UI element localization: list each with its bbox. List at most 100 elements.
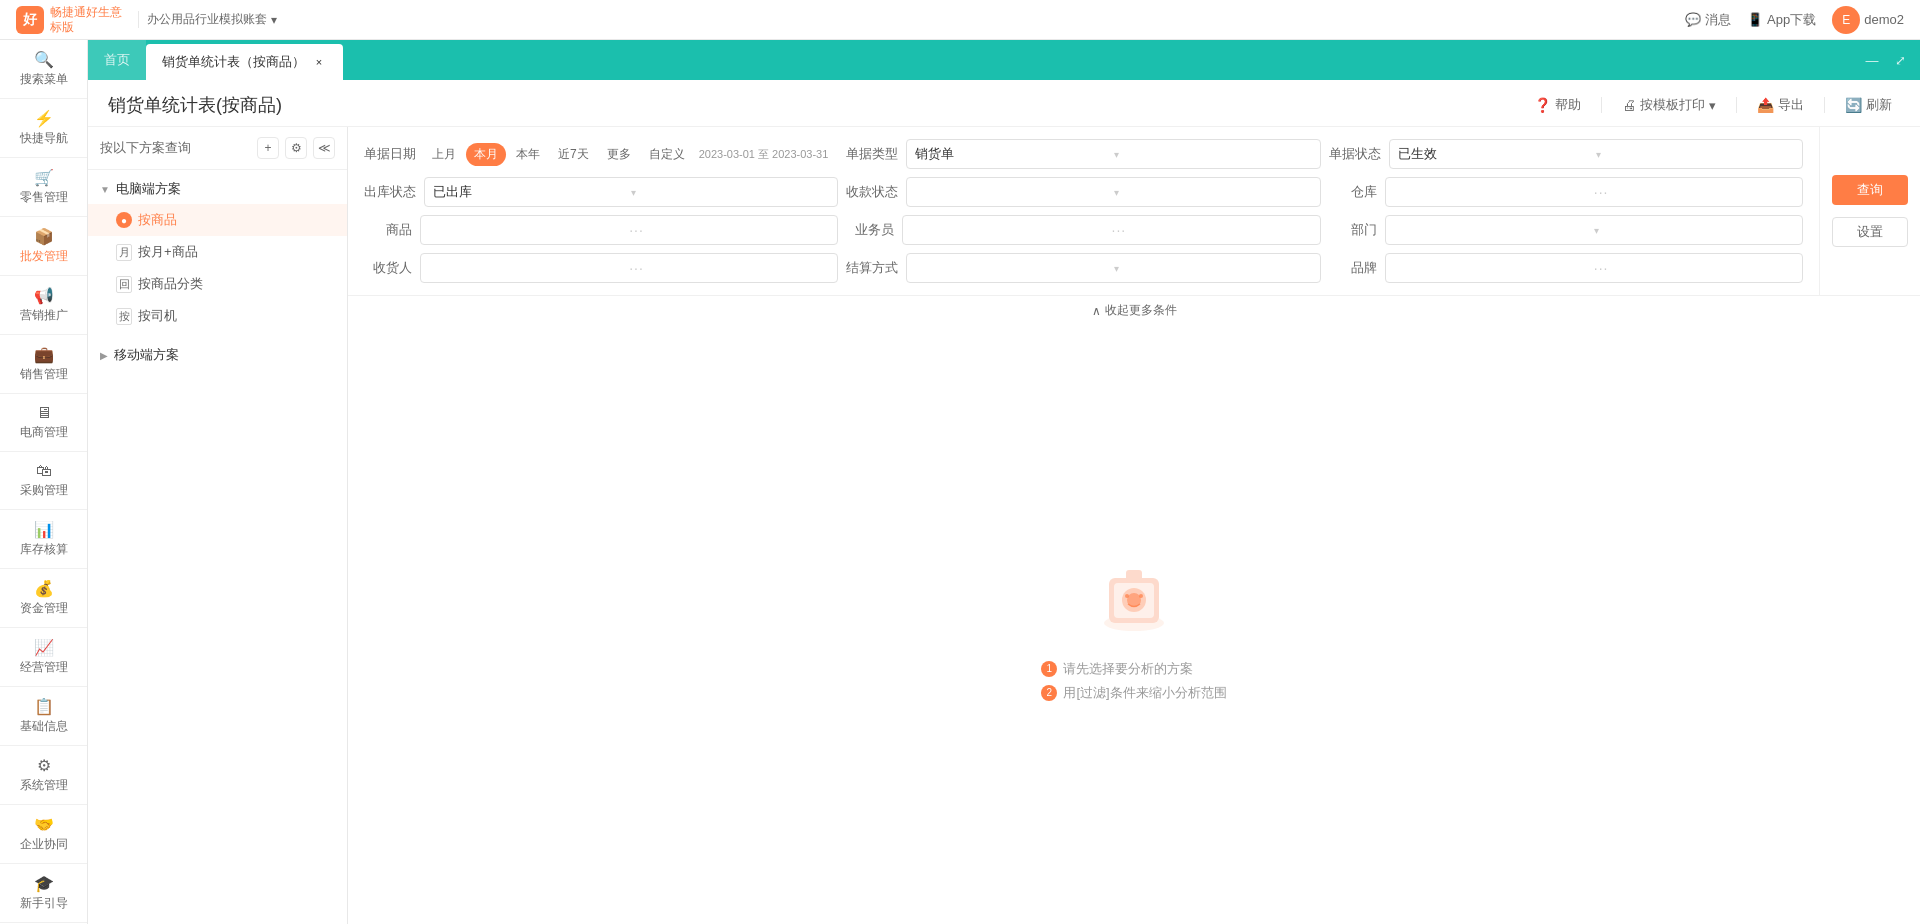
doc-type-label: 单据类型 (846, 145, 906, 163)
receiver-more-icon: ··· (629, 260, 829, 276)
dept-control[interactable]: ▾ (1385, 215, 1803, 245)
tip-text-1: 请先选择要分析的方案 (1063, 660, 1193, 678)
settings-button[interactable]: 设置 (1832, 217, 1908, 247)
filter-date-cell: 单据日期 上月 本月 本年 近7天 更多 自定义 2023-03-01 至 20… (364, 143, 838, 166)
filter-out-status-cell: 出库状态 已出库 ▾ (364, 177, 838, 207)
tree-item-by-product[interactable]: ● 按商品 (88, 204, 347, 236)
tree-item-by-category[interactable]: 回 按商品分类 (88, 268, 347, 300)
sidebar-item-basic-info[interactable]: 📋 基础信息 (0, 687, 87, 746)
query-button[interactable]: 查询 (1832, 175, 1908, 205)
out-status-control[interactable]: 已出库 ▾ (424, 177, 838, 207)
date-tab-7days[interactable]: 近7天 (550, 143, 597, 166)
collapse-row[interactable]: ∧ 收起更多条件 (348, 296, 1920, 325)
filter-row-2: 出库状态 已出库 ▾ 收款状态 (364, 177, 1803, 207)
brand-label: 品牌 (1329, 259, 1385, 277)
tab-maximize-btn[interactable]: ⤢ (1888, 48, 1912, 72)
tab-bar-actions: — ⤢ (1860, 40, 1920, 80)
date-tab-this-year[interactable]: 本年 (508, 143, 548, 166)
quick-nav-icon: ⚡ (4, 109, 83, 128)
refresh-icon: 🔄 (1845, 97, 1862, 113)
tree-mobile-expand-icon: ▶ (100, 350, 108, 361)
export-icon: 📤 (1757, 97, 1774, 113)
top-bar-right: 💬 消息 📱 App下载 E demo2 (1685, 6, 1904, 34)
tree-desktop-title[interactable]: ▼ 电脑端方案 (88, 174, 347, 204)
workspace-selector[interactable]: 办公用品行业模拟账套 ▾ (138, 11, 285, 28)
sidebar-item-finance[interactable]: 💰 资金管理 (0, 569, 87, 628)
tip-num-2: 2 (1041, 685, 1057, 701)
sidebar-item-operations[interactable]: 📈 经营管理 (0, 628, 87, 687)
print-dropdown-icon: ▾ (1709, 98, 1716, 113)
finance-icon: 💰 (4, 579, 83, 598)
marketing-icon: 📢 (4, 286, 83, 305)
date-tab-this-month[interactable]: 本月 (466, 143, 506, 166)
page-body: 按以下方案查询 + ⚙ ≪ ▼ 电脑端方案 ● (88, 127, 1920, 924)
date-tab-last-month[interactable]: 上月 (424, 143, 464, 166)
tab-bar: 首页 销货单统计表（按商品） × — ⤢ (88, 40, 1920, 80)
basic-info-icon: 📋 (4, 697, 83, 716)
date-tab-more[interactable]: 更多 (599, 143, 639, 166)
lp-add-btn[interactable]: + (257, 137, 279, 159)
user-avatar-btn[interactable]: E demo2 (1832, 6, 1904, 34)
date-label: 单据日期 (364, 145, 424, 163)
system-icon: ⚙ (4, 756, 83, 775)
filter-warehouse-cell: 仓库 ··· (1329, 177, 1803, 207)
message-icon: 💬 (1685, 12, 1701, 27)
sidebar-item-wholesale[interactable]: 📦 批发管理 (0, 217, 87, 276)
tree-item-by-cashier[interactable]: 按 按司机 (88, 300, 347, 332)
tab-close-btn[interactable]: × (311, 54, 327, 70)
filter-row-3: 商品 ··· 业务员 (364, 215, 1803, 245)
tree-mobile-group: ▶ 移动端方案 (88, 336, 347, 374)
lp-settings-btn[interactable]: ⚙ (285, 137, 307, 159)
sidebar-item-purchase[interactable]: 🛍 采购管理 (0, 452, 87, 510)
filter-receipt-status-cell: 收款状态 ▾ (846, 177, 1320, 207)
doc-type-control[interactable]: 销货单 ▾ (906, 139, 1320, 169)
sales-icon: 💼 (4, 345, 83, 364)
refresh-btn[interactable]: 🔄 刷新 (1837, 92, 1900, 118)
brand-control[interactable]: ··· (1385, 253, 1803, 283)
export-btn[interactable]: 📤 导出 (1749, 92, 1812, 118)
date-tab-custom[interactable]: 自定义 (641, 143, 693, 166)
empty-tips: 1 请先选择要分析的方案 2 用[过滤]条件来缩小分析范围 (1041, 660, 1226, 702)
receipt-status-dropdown-icon: ▾ (1114, 187, 1312, 198)
receipt-status-control[interactable]: ▾ (906, 177, 1320, 207)
sidebar-item-sales[interactable]: 💼 销售管理 (0, 335, 87, 394)
out-status-label: 出库状态 (364, 183, 424, 201)
tab-home[interactable]: 首页 (88, 40, 146, 80)
svg-rect-5 (1126, 570, 1142, 582)
app-download-btn[interactable]: 📱 App下载 (1747, 11, 1816, 29)
tab-sales-stats-label: 销货单统计表（按商品） (162, 53, 305, 71)
sidebar-item-quick-nav[interactable]: ⚡ 快捷导航 (0, 99, 87, 158)
top-bar: 好 畅捷通好生意 标版 办公用品行业模拟账套 ▾ 💬 消息 📱 App下载 E … (0, 0, 1920, 40)
tab-sales-stats[interactable]: 销货单统计表（按商品） × (146, 44, 343, 80)
lp-collapse-btn[interactable]: ≪ (313, 137, 335, 159)
empty-tip-1: 1 请先选择要分析的方案 (1041, 660, 1226, 678)
page-actions: ❓ 帮助 🖨 按模板打印 ▾ 📤 导出 (1526, 92, 1900, 118)
empty-tip-2: 2 用[过滤]条件来缩小分析范围 (1041, 684, 1226, 702)
warehouse-control[interactable]: ··· (1385, 177, 1803, 207)
salesperson-control[interactable]: ··· (902, 215, 1320, 245)
sidebar-item-inventory[interactable]: 📊 库存核算 (0, 510, 87, 569)
sidebar-item-search-menu[interactable]: 🔍 搜索菜单 (0, 40, 87, 99)
receiver-control[interactable]: ··· (420, 253, 838, 283)
sidebar-item-newbie[interactable]: 🎓 新手引导 (0, 864, 87, 923)
sidebar-item-company-collab[interactable]: 🤝 企业协同 (0, 805, 87, 864)
sidebar-item-marketing[interactable]: 📢 营销推广 (0, 276, 87, 335)
filter-receiver-cell: 收货人 ··· (364, 253, 838, 283)
payment-control[interactable]: ▾ (906, 253, 1320, 283)
doc-status-label: 单据状态 (1329, 145, 1389, 163)
print-btn[interactable]: 🖨 按模板打印 ▾ (1614, 92, 1724, 118)
tree-item-by-month-product[interactable]: 月 按月+商品 (88, 236, 347, 268)
filter-dept-cell: 部门 ▾ (1329, 215, 1803, 245)
tree-mobile-title[interactable]: ▶ 移动端方案 (88, 340, 347, 370)
left-panel-actions: + ⚙ ≪ (257, 137, 335, 159)
product-control[interactable]: ··· (420, 215, 838, 245)
page-header: 销货单统计表(按商品) ❓ 帮助 🖨 按模板打印 ▾ 📤 (88, 80, 1920, 127)
sidebar-item-ecommerce[interactable]: 🖥 电商管理 (0, 394, 87, 452)
inventory-icon: 📊 (4, 520, 83, 539)
tab-minimize-btn[interactable]: — (1860, 48, 1884, 72)
doc-status-control[interactable]: 已生效 ▾ (1389, 139, 1803, 169)
sidebar-item-retail[interactable]: 🛒 零售管理 (0, 158, 87, 217)
sidebar-item-system[interactable]: ⚙ 系统管理 (0, 746, 87, 805)
message-btn[interactable]: 💬 消息 (1685, 11, 1731, 29)
help-btn[interactable]: ❓ 帮助 (1526, 92, 1589, 118)
